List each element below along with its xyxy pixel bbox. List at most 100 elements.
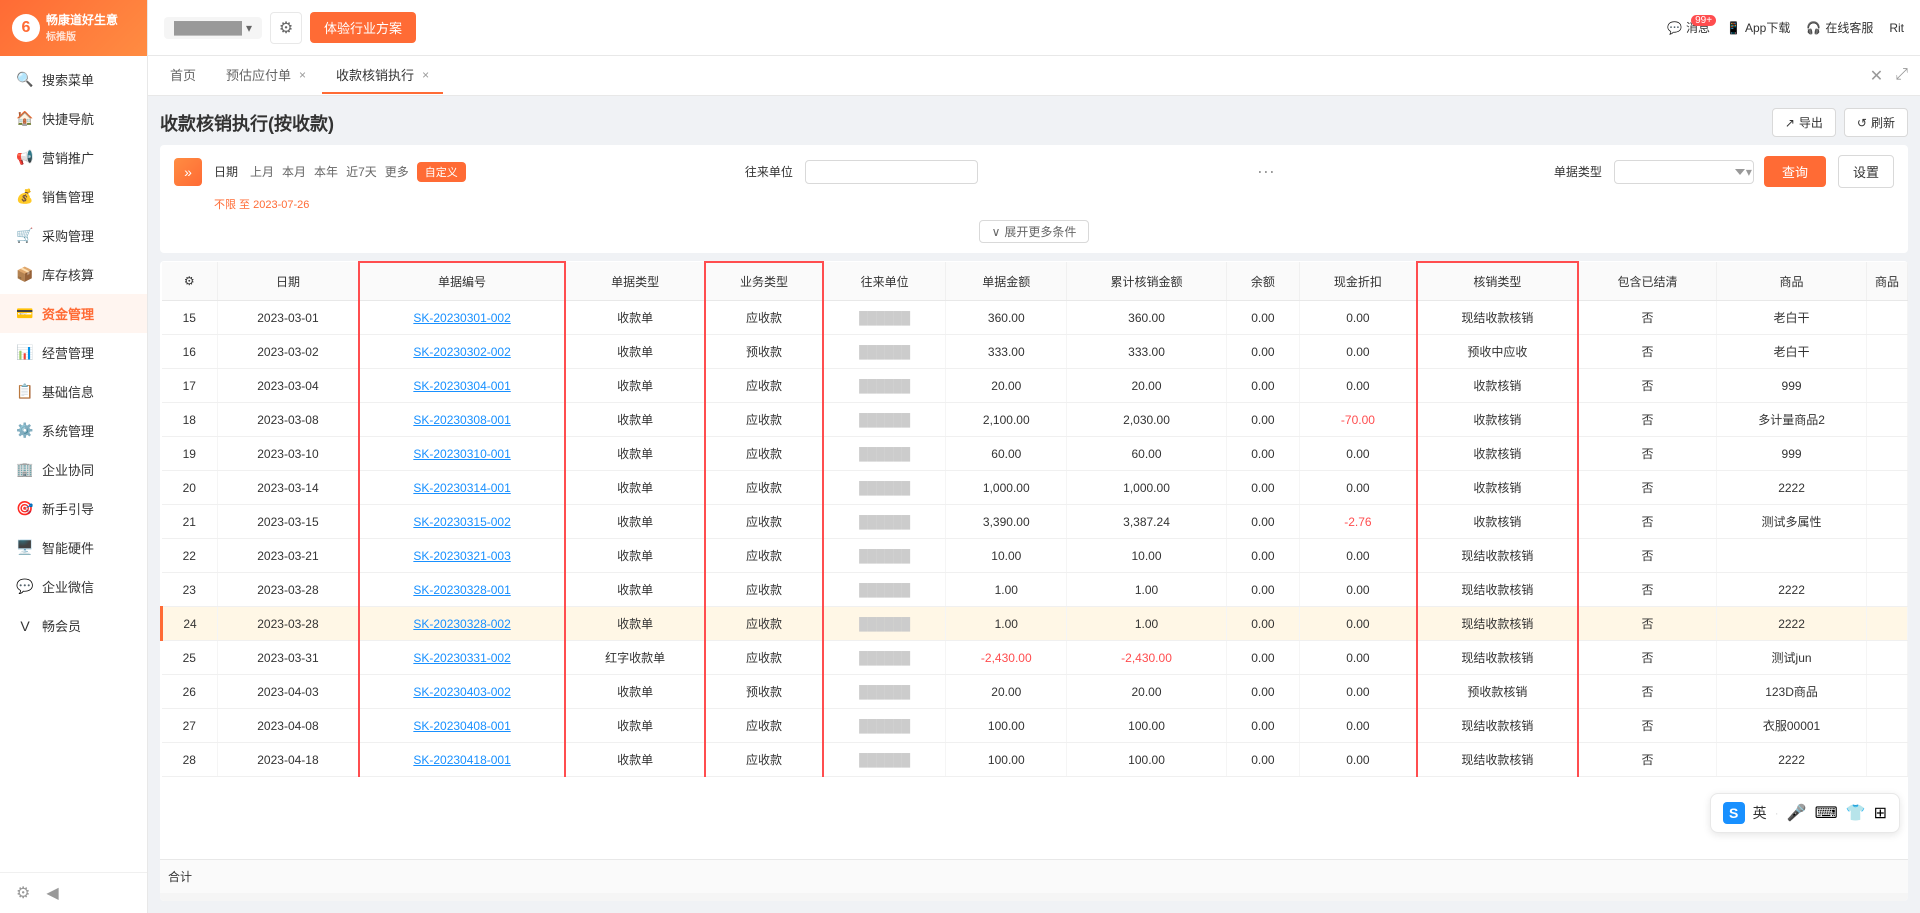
cell-order-no[interactable]: SK-20230301-002	[359, 301, 566, 335]
th-settings[interactable]: ⚙	[162, 262, 218, 301]
cell-order-no[interactable]: SK-20230418-001	[359, 743, 566, 777]
cell-partner: ██████	[823, 743, 946, 777]
expand-conditions-button[interactable]: ∨ 展开更多条件	[979, 220, 1090, 243]
user-name[interactable]: Rit	[1889, 21, 1904, 35]
export-button[interactable]: ↗ 导出	[1772, 108, 1836, 137]
date-more[interactable]: 更多	[385, 163, 409, 180]
cell-order-no[interactable]: SK-20230314-001	[359, 471, 566, 505]
cell-receipt-type: 收款单	[565, 301, 705, 335]
sidebar-item-marketing[interactable]: 📢营销推广	[0, 138, 147, 177]
partner-input[interactable]	[805, 160, 978, 184]
settings-icon[interactable]: ⚙	[16, 883, 30, 903]
cell-order-no[interactable]: SK-20230331-002	[359, 641, 566, 675]
sidebar-item-system[interactable]: ⚙️系统管理	[0, 411, 147, 450]
cell-order-no[interactable]: SK-20230408-001	[359, 709, 566, 743]
cell-cash-discount: 0.00	[1300, 369, 1417, 403]
sidebar-item-quick-nav[interactable]: 🏠快捷导航	[0, 99, 147, 138]
cell-date: 2023-04-18	[218, 743, 359, 777]
float-grid-icon[interactable]: ⊞	[1874, 803, 1887, 823]
th-balance: 余额	[1226, 262, 1299, 301]
dots-button[interactable]: ···	[1257, 161, 1275, 182]
date-this-month[interactable]: 本月	[282, 163, 306, 180]
table-row: 28 2023-04-18 SK-20230418-001 收款单 应收款 ██…	[162, 743, 1908, 777]
receipt-type-select[interactable]	[1614, 160, 1754, 184]
cell-include-settled: 否	[1578, 675, 1717, 709]
th-include-settled: 包含已结清	[1578, 262, 1717, 301]
settings-button[interactable]: 设置	[1838, 155, 1894, 188]
cell-receipt-type: 收款单	[565, 505, 705, 539]
cell-order-no[interactable]: SK-20230328-001	[359, 573, 566, 607]
sidebar-item-inventory[interactable]: 📦库存核算	[0, 255, 147, 294]
tab-receipt-cancel-close[interactable]: ×	[422, 68, 429, 82]
float-keyboard-icon[interactable]: ⌨	[1815, 803, 1838, 823]
cell-order-no[interactable]: SK-20230321-003	[359, 539, 566, 573]
cell-date: 2023-04-03	[218, 675, 359, 709]
solution-button[interactable]: 体验行业方案	[310, 12, 416, 43]
sidebar-item-purchase[interactable]: 🛒采购管理	[0, 216, 147, 255]
float-brand-icon: S	[1723, 802, 1745, 824]
horizontal-scrollbar[interactable]	[160, 893, 1908, 901]
cell-total-cancel: 20.00	[1067, 675, 1226, 709]
tab-receipt-cancel[interactable]: 收款核销执行 ×	[322, 57, 443, 94]
table-row: 22 2023-03-21 SK-20230321-003 收款单 应收款 ██…	[162, 539, 1908, 573]
table-row: 27 2023-04-08 SK-20230408-001 收款单 应收款 ██…	[162, 709, 1908, 743]
message-button[interactable]: 💬 消息 99+	[1667, 19, 1710, 36]
workspace-selector[interactable]: ████████ ▾	[164, 17, 262, 39]
cell-cancel-type: 收款核销	[1417, 471, 1578, 505]
cell-order-no[interactable]: SK-20230308-001	[359, 403, 566, 437]
cell-order-no[interactable]: SK-20230302-002	[359, 335, 566, 369]
cell-order-no[interactable]: SK-20230315-002	[359, 505, 566, 539]
cell-no: 22	[162, 539, 218, 573]
logo-badge: 标推版	[46, 28, 118, 43]
cell-no: 16	[162, 335, 218, 369]
table-scroll[interactable]: ⚙ 日期 单据编号 单据类型 业务类型 往来单位 单据金额 累计核销金额 余额 …	[160, 261, 1908, 859]
tab-home[interactable]: 首页	[156, 57, 210, 94]
gear-button[interactable]: ⚙	[270, 12, 302, 44]
tab-expand-icon[interactable]: ⤢	[1891, 62, 1912, 90]
topbar: ████████ ▾ ⚙ 体验行业方案 💬 消息 99+ 📱 App下载 🎧 在…	[148, 0, 1920, 56]
sidebar-item-member[interactable]: V畅会员	[0, 606, 147, 645]
customer-service-button[interactable]: 🎧 在线客服	[1806, 19, 1873, 36]
filter-area: » 日期 上月 本月 本年 近7天 更多 自定义 往来单位 ··· 单据类型	[160, 145, 1908, 253]
table-footer: 合计	[160, 859, 1908, 893]
cell-order-no[interactable]: SK-20230403-002	[359, 675, 566, 709]
cell-order-no[interactable]: SK-20230328-002	[359, 607, 566, 641]
table-row: 20 2023-03-14 SK-20230314-001 收款单 应收款 ██…	[162, 471, 1908, 505]
float-shirt-icon[interactable]: 👕	[1846, 803, 1866, 823]
sidebar-item-finance[interactable]: 💳资金管理	[0, 294, 147, 333]
guide-icon: 🎯	[16, 500, 34, 517]
sidebar-item-basic-info[interactable]: 📋基础信息	[0, 372, 147, 411]
cell-goods: 老白干	[1717, 335, 1867, 369]
cell-partner: ██████	[823, 437, 946, 471]
sidebar-item-wechat[interactable]: 💬企业微信	[0, 567, 147, 606]
cell-partner: ██████	[823, 505, 946, 539]
sidebar-item-hardware[interactable]: 🖥️智能硬件	[0, 528, 147, 567]
query-button[interactable]: 查询	[1764, 156, 1826, 187]
app-download-button[interactable]: 📱 App下载	[1726, 19, 1790, 36]
basic-info-icon: 📋	[16, 383, 34, 400]
tab-home-label: 首页	[170, 65, 196, 84]
tab-pre-apply[interactable]: 预估应付单 ×	[212, 57, 320, 94]
tab-pre-apply-close[interactable]: ×	[299, 68, 306, 82]
date-this-year[interactable]: 本年	[314, 163, 338, 180]
cell-order-no[interactable]: SK-20230304-001	[359, 369, 566, 403]
tab-close-all-icon[interactable]: ✕	[1866, 62, 1887, 90]
cell-include-settled: 否	[1578, 641, 1717, 675]
date-last-7-days[interactable]: 近7天	[346, 163, 377, 180]
sidebar-item-sales[interactable]: 💰销售管理	[0, 177, 147, 216]
date-custom-button[interactable]: 自定义	[417, 162, 466, 182]
sidebar-item-enterprise[interactable]: 🏢企业协同	[0, 450, 147, 489]
cell-balance: 0.00	[1226, 403, 1299, 437]
sidebar-item-guide[interactable]: 🎯新手引导	[0, 489, 147, 528]
collapse-icon[interactable]: ◀	[46, 883, 58, 903]
cell-order-no[interactable]: SK-20230310-001	[359, 437, 566, 471]
sidebar-item-operation[interactable]: 📊经营管理	[0, 333, 147, 372]
cell-amount: 360.00	[946, 301, 1067, 335]
float-text-icon[interactable]: 英	[1753, 803, 1767, 823]
filter-toggle-button[interactable]: »	[174, 158, 202, 186]
sidebar-item-search-menu[interactable]: 🔍搜索菜单	[0, 60, 147, 99]
refresh-button[interactable]: ↺ 刷新	[1844, 108, 1908, 137]
float-mic-icon[interactable]: 🎤	[1787, 803, 1807, 823]
date-last-month[interactable]: 上月	[250, 163, 274, 180]
cell-biz-type: 预收款	[705, 335, 823, 369]
